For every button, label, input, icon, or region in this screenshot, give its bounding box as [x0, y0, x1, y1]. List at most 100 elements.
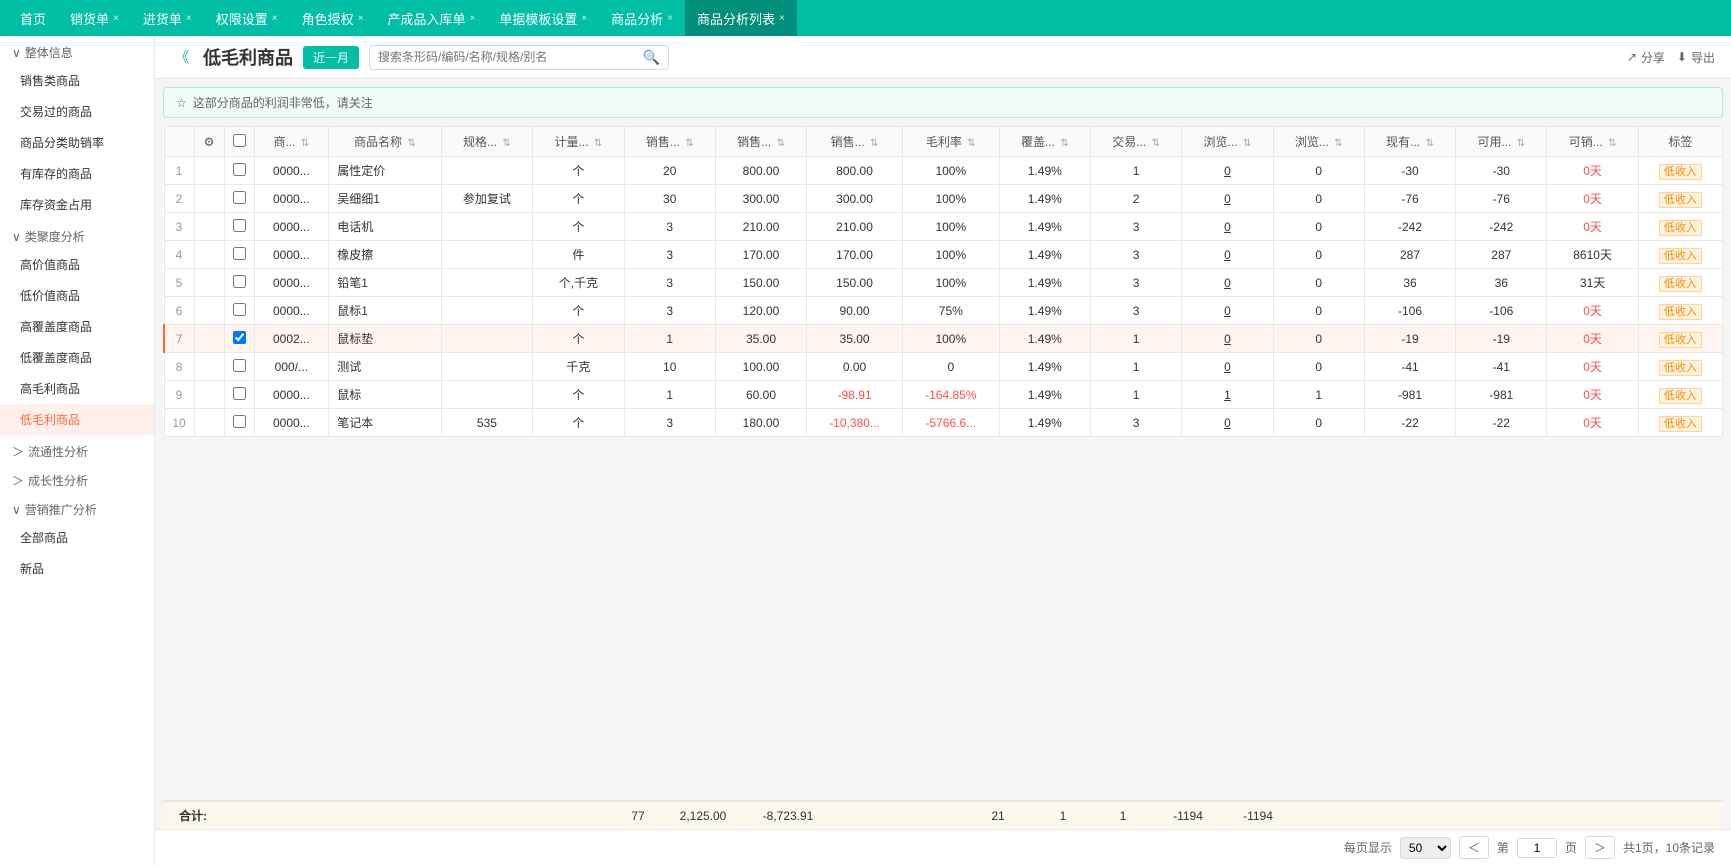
row-settings[interactable]	[194, 409, 224, 437]
sidebar-item-high-value[interactable]: 高价值商品	[0, 249, 154, 280]
nav-product-analysis[interactable]: 商品分析 ×	[599, 0, 685, 36]
row-settings[interactable]	[194, 353, 224, 381]
close-icon[interactable]: ×	[779, 13, 785, 24]
sidebar-group-growth[interactable]: ＞ 成长性分析	[0, 464, 154, 493]
coverage-column-header[interactable]: 覆盖... ⇅	[999, 127, 1090, 157]
row-views1[interactable]: 0	[1182, 297, 1273, 325]
sidebar-item-high-margin[interactable]: 高毛利商品	[0, 373, 154, 404]
sales-price-column-header[interactable]: 销售... ⇅	[715, 127, 806, 157]
header-actions: ↗ 分享 ⬇ 导出	[1627, 49, 1715, 66]
row-views1[interactable]: 0	[1182, 269, 1273, 297]
sidebar-item-all-products[interactable]: 全部商品	[0, 522, 154, 553]
spec-column-header[interactable]: 规格... ⇅	[441, 127, 533, 157]
sales-qty-column-header[interactable]: 销售... ⇅	[624, 127, 715, 157]
available-column-header[interactable]: 可用... ⇅	[1456, 127, 1547, 157]
row-views1[interactable]: 1	[1182, 381, 1273, 409]
page-label: 第	[1497, 839, 1509, 856]
next-page-button[interactable]: ＞	[1585, 836, 1615, 859]
nav-sales[interactable]: 销货单 ×	[58, 0, 131, 36]
gross-margin-column-header[interactable]: 毛利率 ⇅	[902, 127, 999, 157]
row-settings[interactable]	[194, 157, 224, 185]
select-all-checkbox[interactable]	[233, 134, 246, 147]
export-button[interactable]: ⬇ 导出	[1677, 49, 1715, 66]
sidebar-item-low-margin[interactable]: 低毛利商品	[0, 404, 154, 435]
nav-roles[interactable]: 角色授权 ×	[290, 0, 376, 36]
row-settings[interactable]	[194, 325, 224, 353]
views1-column-header[interactable]: 浏览... ⇅	[1182, 127, 1273, 157]
close-icon[interactable]: ×	[667, 13, 673, 24]
name-column-header[interactable]: 商品名称 ⇅	[329, 127, 441, 157]
row-views1[interactable]: 0	[1182, 241, 1273, 269]
row-views1[interactable]: 0	[1182, 213, 1273, 241]
sellable-column-header[interactable]: 可销... ⇅	[1547, 127, 1638, 157]
data-table-container[interactable]: ⚙ 商... ⇅ 商品名称 ⇅ 规格... ⇅ 计量... ⇅ 销售... ⇅ …	[163, 126, 1723, 800]
close-icon[interactable]: ×	[358, 13, 364, 24]
row-checkbox[interactable]	[224, 353, 254, 381]
share-button[interactable]: ↗ 分享	[1627, 49, 1665, 66]
sidebar-item-low-value[interactable]: 低价值商品	[0, 280, 154, 311]
row-checkbox[interactable]	[224, 185, 254, 213]
sidebar-item-new-products[interactable]: 新品	[0, 553, 154, 584]
row-views1[interactable]: 0	[1182, 409, 1273, 437]
sidebar-group-overall[interactable]: ∨ 整体信息	[0, 36, 154, 65]
row-settings[interactable]	[194, 269, 224, 297]
transactions-column-header[interactable]: 交易... ⇅	[1090, 127, 1181, 157]
close-icon[interactable]: ×	[272, 13, 278, 24]
sales-amount-column-header[interactable]: 销售... ⇅	[807, 127, 903, 157]
row-views1[interactable]: 0	[1182, 157, 1273, 185]
close-icon[interactable]: ×	[581, 13, 587, 24]
row-settings[interactable]	[194, 381, 224, 409]
settings-column-header[interactable]: ⚙	[194, 127, 224, 157]
filter-period-button[interactable]: 近一月	[303, 46, 359, 69]
page-size-select[interactable]: 50 100 200	[1400, 837, 1451, 859]
row-settings[interactable]	[194, 185, 224, 213]
checkbox-column-header[interactable]	[224, 127, 254, 157]
nav-home[interactable]: 首页	[8, 0, 58, 36]
search-input[interactable]	[378, 50, 643, 64]
row-sellable: 0天	[1547, 213, 1638, 241]
nav-permissions[interactable]: 权限设置 ×	[204, 0, 290, 36]
row-views1[interactable]: 0	[1182, 325, 1273, 353]
sidebar-group-flow[interactable]: ＞ 流通性分析	[0, 435, 154, 464]
current-stock-column-header[interactable]: 现有... ⇅	[1364, 127, 1455, 157]
row-checkbox[interactable]	[224, 409, 254, 437]
sidebar-collapse-button[interactable]: 《	[171, 47, 193, 67]
views2-column-header[interactable]: 浏览... ⇅	[1273, 127, 1364, 157]
total-views1: 1	[1033, 809, 1093, 823]
sidebar-item-high-coverage[interactable]: 高覆盖度商品	[0, 311, 154, 342]
sidebar-item-traded-products[interactable]: 交易过的商品	[0, 96, 154, 127]
row-checkbox[interactable]	[224, 157, 254, 185]
row-number: 1	[164, 157, 194, 185]
sidebar-item-category-rate[interactable]: 商品分类助销率	[0, 127, 154, 158]
close-icon[interactable]: ×	[186, 13, 192, 24]
nav-purchase[interactable]: 进货单 ×	[131, 0, 204, 36]
unit-column-header[interactable]: 计量... ⇅	[533, 127, 624, 157]
sidebar-item-low-coverage[interactable]: 低覆盖度商品	[0, 342, 154, 373]
chevron-right-icon: ＞	[12, 443, 24, 460]
row-checkbox[interactable]	[224, 241, 254, 269]
row-settings[interactable]	[194, 213, 224, 241]
row-checkbox[interactable]	[224, 325, 254, 353]
nav-product-analysis-list[interactable]: 商品分析列表 ×	[685, 0, 797, 36]
row-checkbox[interactable]	[224, 297, 254, 325]
row-checkbox[interactable]	[224, 381, 254, 409]
sidebar-item-stocked-products[interactable]: 有库存的商品	[0, 158, 154, 189]
close-icon[interactable]: ×	[469, 13, 475, 24]
code-column-header[interactable]: 商... ⇅	[254, 127, 329, 157]
prev-page-button[interactable]: ＜	[1459, 836, 1489, 859]
row-settings[interactable]	[194, 241, 224, 269]
close-icon[interactable]: ×	[113, 13, 119, 24]
sidebar-group-cluster[interactable]: ∨ 类聚度分析	[0, 220, 154, 249]
row-views1[interactable]: 0	[1182, 353, 1273, 381]
row-views1[interactable]: 0	[1182, 185, 1273, 213]
current-page-input[interactable]	[1517, 838, 1557, 858]
sidebar-item-sales-products[interactable]: 销售类商品	[0, 65, 154, 96]
row-checkbox[interactable]	[224, 213, 254, 241]
row-checkbox[interactable]	[224, 269, 254, 297]
row-settings[interactable]	[194, 297, 224, 325]
sidebar-group-marketing[interactable]: ∨ 营销推广分析	[0, 493, 154, 522]
sidebar-item-capital-usage[interactable]: 库存资金占用	[0, 189, 154, 220]
chevron-down-icon: ∨	[12, 46, 21, 60]
nav-production[interactable]: 产成品入库单 ×	[375, 0, 487, 36]
nav-template[interactable]: 单据模板设置 ×	[487, 0, 599, 36]
